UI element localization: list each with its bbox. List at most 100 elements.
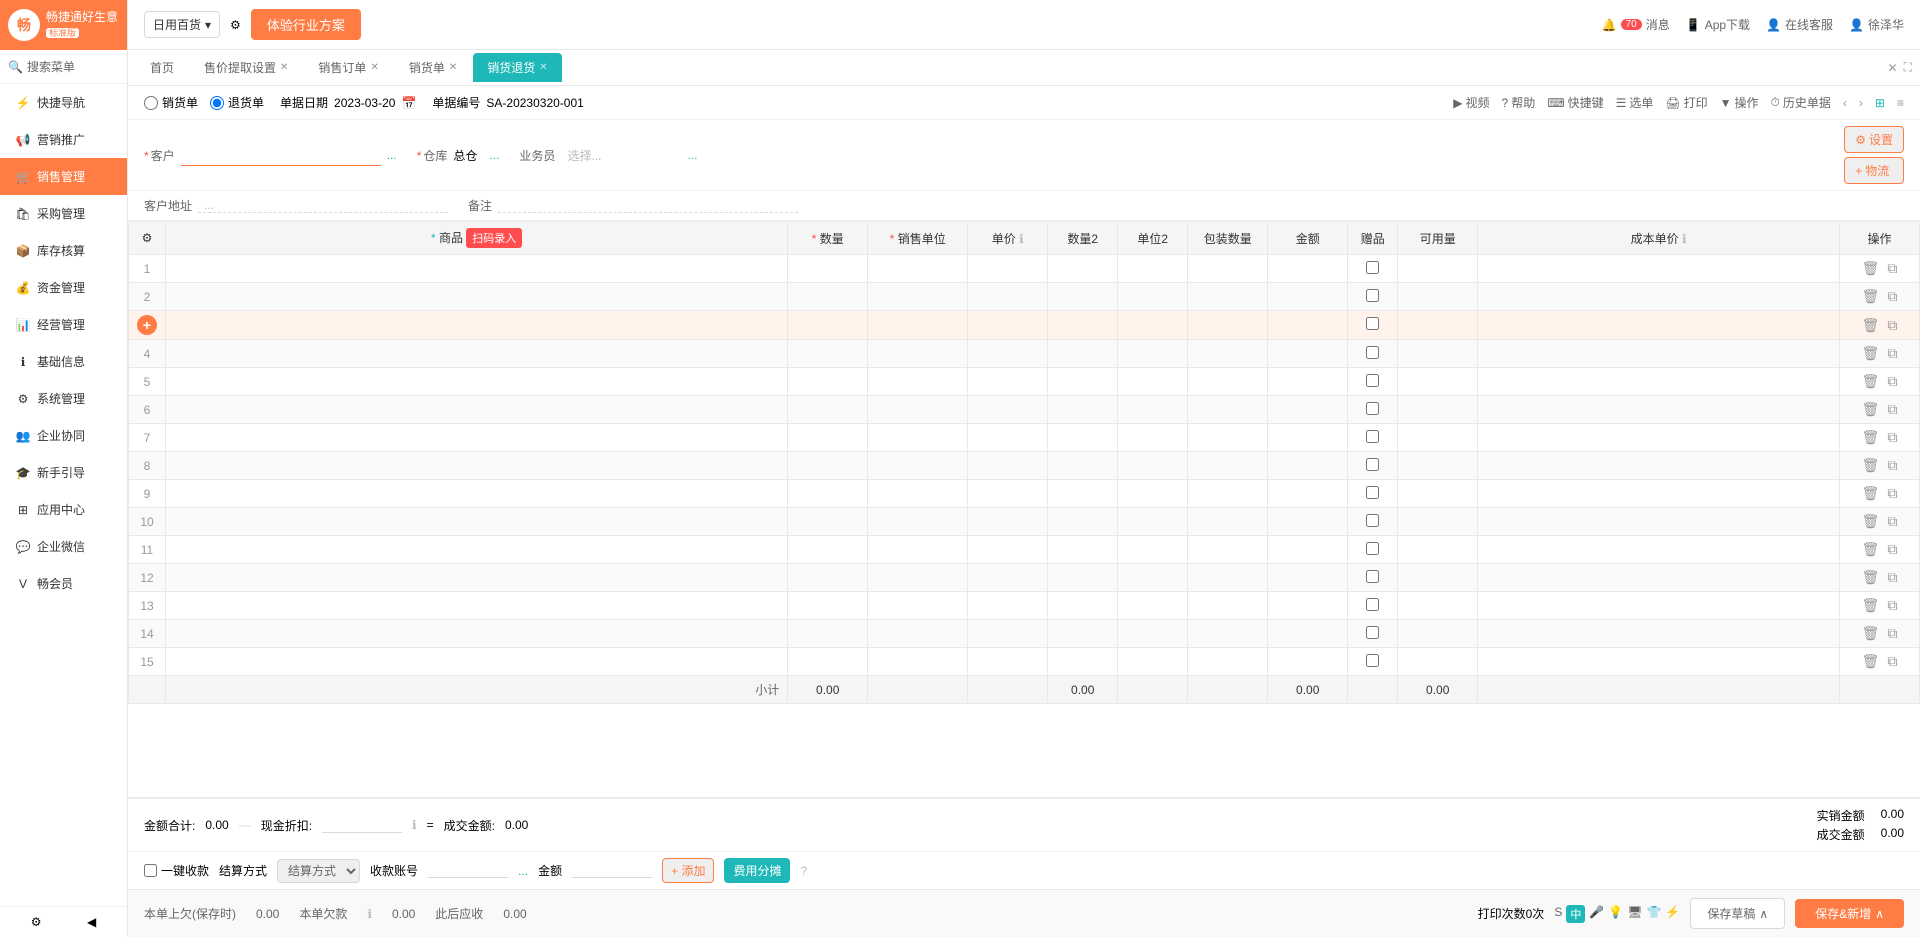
gift-cell[interactable] <box>1348 311 1398 340</box>
list-view-icon[interactable]: ≡ <box>1897 96 1904 110</box>
gift-checkbox[interactable] <box>1366 514 1379 527</box>
account-more-icon[interactable]: ... <box>518 864 528 878</box>
gift-checkbox[interactable] <box>1366 598 1379 611</box>
table-settings-icon[interactable]: ⚙ <box>142 231 153 245</box>
help-btn[interactable]: ? 帮助 <box>1502 94 1536 111</box>
gift-checkbox[interactable] <box>1366 430 1379 443</box>
notifications-item[interactable]: 🔔 70 消息 <box>1602 16 1670 33</box>
sidebar-item-marketing[interactable]: 📢 营销推广 <box>0 121 127 158</box>
gift-checkbox[interactable] <box>1366 570 1379 583</box>
pack-qty-cell[interactable] <box>1188 311 1268 340</box>
sales-unit-cell[interactable] <box>868 283 968 311</box>
sales-unit-cell[interactable] <box>868 311 968 340</box>
amount-cell[interactable] <box>1268 255 1348 283</box>
gift-checkbox[interactable] <box>1366 542 1379 555</box>
copy-row-btn[interactable]: ⧉ <box>1887 541 1897 558</box>
industry-select[interactable]: 日用百货 ▾ <box>144 11 220 38</box>
delete-row-btn[interactable]: 🗑 <box>1862 429 1880 446</box>
sidebar-item-operations[interactable]: 📊 经营管理 <box>0 306 127 343</box>
delete-row-btn[interactable]: 🗑 <box>1862 485 1880 502</box>
cost-price-cell[interactable] <box>1478 283 1840 311</box>
sidebar-item-member[interactable]: V 畅会员 <box>0 565 127 602</box>
calendar-icon[interactable]: 📅 <box>401 96 416 110</box>
sidebar-item-inventory[interactable]: 📦 库存核算 <box>0 232 127 269</box>
toolbar-icon-3[interactable]: 🎤 <box>1589 905 1604 923</box>
delete-row-btn[interactable]: 🗑 <box>1862 597 1880 614</box>
sidebar-item-apps[interactable]: ⊞ 应用中心 <box>0 491 127 528</box>
settlement-method-select[interactable]: 结算方式 <box>277 859 360 883</box>
sidebar-item-quick-nav[interactable]: ⚡ 快捷导航 <box>0 84 127 121</box>
toolbar-icon-7[interactable]: ⚡ <box>1665 905 1680 923</box>
gift-checkbox[interactable] <box>1366 458 1379 471</box>
gift-checkbox[interactable] <box>1366 654 1379 667</box>
gift-checkbox[interactable] <box>1366 486 1379 499</box>
user-profile-item[interactable]: 👤 徐泽华 <box>1849 16 1904 33</box>
one-click-payment-checkbox[interactable] <box>144 864 157 877</box>
amount-input[interactable] <box>572 863 652 878</box>
amount-cell[interactable] <box>1268 311 1348 340</box>
sidebar-item-basic-info[interactable]: ℹ 基础信息 <box>0 343 127 380</box>
copy-row-btn[interactable]: ⧉ <box>1887 373 1897 390</box>
qty2-cell[interactable] <box>1048 255 1118 283</box>
copy-row-btn[interactable]: ⧉ <box>1887 401 1897 418</box>
tab-sales-return-close[interactable]: ✕ <box>539 62 547 73</box>
select-btn[interactable]: ☰ 选单 <box>1616 94 1654 111</box>
unit2-cell[interactable] <box>1118 255 1188 283</box>
scan-input-btn[interactable]: 扫码录入 <box>466 228 522 248</box>
operate-btn[interactable]: ▼ 操作 <box>1720 94 1759 111</box>
delete-row-btn[interactable]: 🗑 <box>1862 653 1880 670</box>
save-draft-btn[interactable]: 保存草稿 ∧ <box>1690 898 1785 929</box>
tab-price-settings-close[interactable]: ✕ <box>280 62 288 73</box>
customer-more-icon[interactable]: ... <box>387 148 397 162</box>
settings-side-btn[interactable]: ⚙ 设置 <box>1844 126 1904 153</box>
qty2-cell[interactable] <box>1048 283 1118 311</box>
radio-sales-invoice-input[interactable] <box>144 96 158 110</box>
toolbar-icon-4[interactable]: 💡 <box>1608 905 1623 923</box>
product-cell[interactable] <box>166 255 788 283</box>
copy-row-btn[interactable]: ⧉ <box>1887 457 1897 474</box>
sidebar-item-purchase[interactable]: 🛍 采购管理 <box>0 195 127 232</box>
print-btn[interactable]: 🖨 打印 <box>1665 94 1707 111</box>
radio-return-input[interactable] <box>210 96 224 110</box>
prev-record-icon[interactable]: ‹ <box>1843 96 1847 110</box>
warehouse-more-icon[interactable]: ... <box>489 148 499 162</box>
cost-price-cell[interactable] <box>1478 311 1840 340</box>
grid-view-icon[interactable]: ⊞ <box>1875 96 1885 110</box>
delete-row-btn[interactable]: 🗑 <box>1862 317 1880 334</box>
shortcut-btn[interactable]: ⌨ 快捷键 <box>1547 94 1603 111</box>
gift-checkbox[interactable] <box>1366 626 1379 639</box>
radio-return[interactable]: 退货单 <box>210 94 264 111</box>
tab-maximize-icon[interactable]: ⛶ <box>1904 60 1912 75</box>
gear-icon[interactable]: ⚙ <box>230 18 241 32</box>
copy-row-btn[interactable]: ⧉ <box>1887 625 1897 642</box>
tab-sales-order[interactable]: 销售订单 ✕ <box>304 53 392 82</box>
add-row-btn[interactable]: + <box>137 315 157 335</box>
sidebar-item-system[interactable]: ⚙ 系统管理 <box>0 380 127 417</box>
available-cell[interactable] <box>1398 255 1478 283</box>
product-cell-active[interactable] <box>166 311 788 340</box>
copy-row-btn[interactable]: ⧉ <box>1887 513 1897 530</box>
copy-row-btn[interactable]: ⧉ <box>1887 485 1897 502</box>
copy-row-btn[interactable]: ⧉ <box>1887 653 1897 670</box>
salesperson-more-icon[interactable]: ... <box>687 148 697 162</box>
copy-row-btn[interactable]: ⧉ <box>1887 597 1897 614</box>
sidebar-collapse-icon[interactable]: ◀ <box>87 915 96 929</box>
delete-row-btn[interactable]: 🗑 <box>1862 625 1880 642</box>
unit-price-cell[interactable] <box>968 255 1048 283</box>
copy-row-btn[interactable]: ⧉ <box>1887 429 1897 446</box>
sidebar-item-sales[interactable]: 🛒 销售管理 <box>0 158 127 195</box>
sales-unit-cell[interactable] <box>868 255 968 283</box>
unit2-cell[interactable] <box>1118 283 1188 311</box>
video-btn[interactable]: ▶ 视频 <box>1453 94 1489 111</box>
tab-sales-invoice[interactable]: 销货单 ✕ <box>395 53 471 82</box>
toolbar-icon-6[interactable]: 👕 <box>1646 905 1661 923</box>
cash-discount-input[interactable] <box>322 818 402 833</box>
quantity-cell[interactable] <box>788 283 868 311</box>
copy-row-btn[interactable]: ⧉ <box>1887 288 1897 305</box>
remark-input[interactable] <box>498 198 798 213</box>
delete-row-btn[interactable]: 🗑 <box>1862 345 1880 362</box>
amount-cell[interactable] <box>1268 283 1348 311</box>
available-cell[interactable] <box>1398 311 1478 340</box>
available-cell[interactable] <box>1398 283 1478 311</box>
account-input[interactable] <box>428 863 508 878</box>
